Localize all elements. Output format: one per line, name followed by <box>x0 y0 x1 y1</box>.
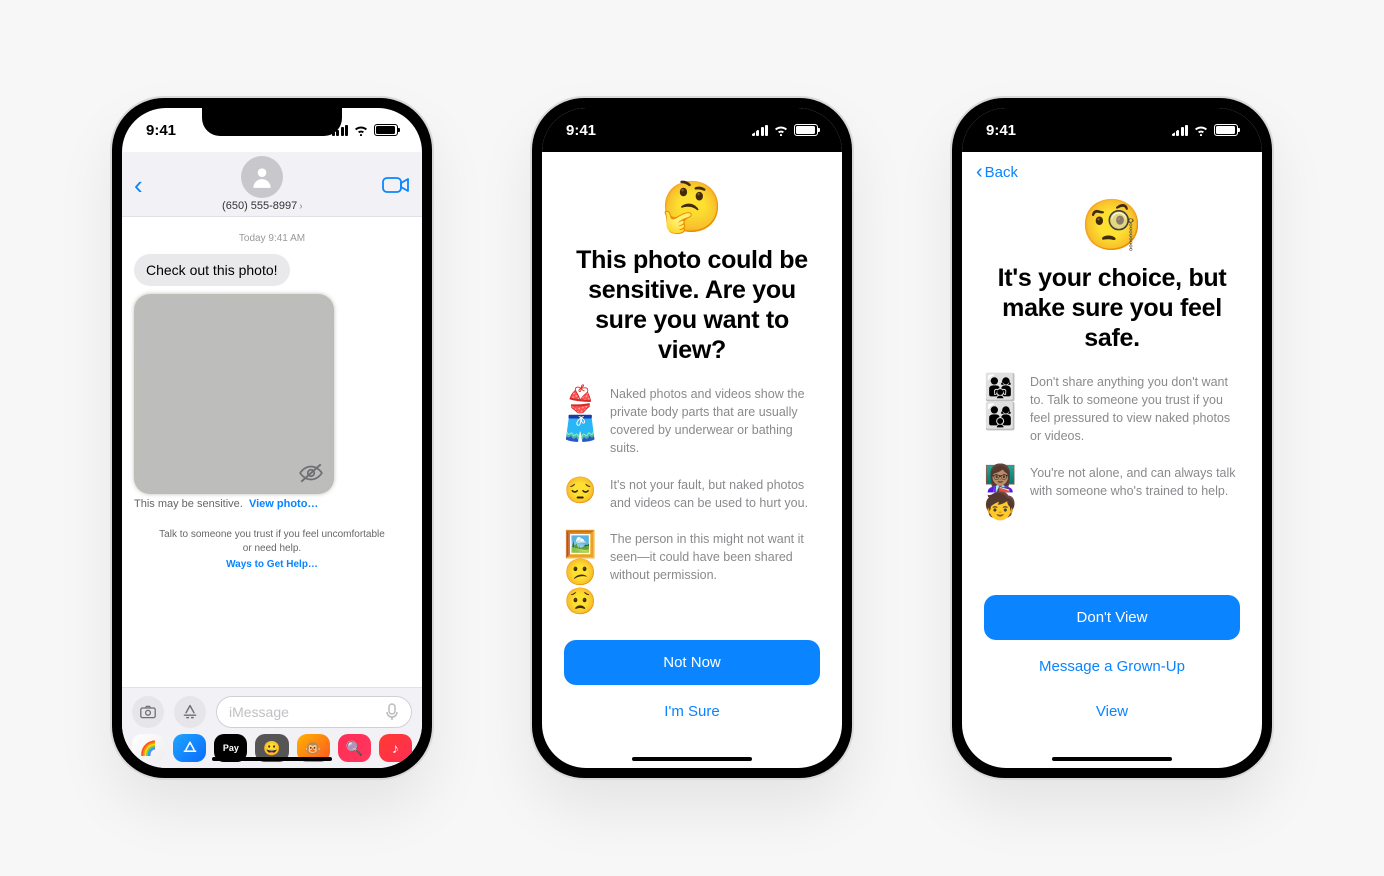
sensitive-image-placeholder[interactable] <box>134 294 334 494</box>
chevron-right-icon: › <box>299 201 302 212</box>
input-placeholder: iMessage <box>229 704 289 720</box>
messages-header: ‹ (650) 555-8997 › <box>122 152 422 217</box>
eye-slash-icon <box>298 462 324 484</box>
wifi-icon <box>353 124 369 136</box>
sheet-title: It's your choice, but make sure you feel… <box>984 263 1240 353</box>
status-indicators <box>332 124 399 136</box>
sheet-body: 🧐 It's your choice, but make sure you fe… <box>962 186 1262 768</box>
info-text-3: The person in this might not want it see… <box>610 530 820 584</box>
contact-name[interactable]: (650) 555-8997 › <box>222 200 303 212</box>
app-photos-icon[interactable]: 🌈 <box>132 734 165 762</box>
info-text-1: Don't share anything you don't want to. … <box>1030 373 1240 446</box>
sheet-body: 🤔 This photo could be sensitive. Are you… <box>542 158 842 768</box>
info-text-1: Naked photos and videos show the private… <box>610 385 820 458</box>
wifi-icon <box>773 124 789 136</box>
phone-choice-sheet: 9:41 ‹ Back 🧐 It's your choice, but make… <box>952 98 1272 778</box>
back-button[interactable]: ‹ Back <box>962 152 1262 186</box>
picture-frame-icon: 🖼️😕😟 <box>564 530 596 616</box>
message-input-area: iMessage 🌈 Pay 😀 🐵 🔍 ♪ <box>122 687 422 768</box>
im-sure-button[interactable]: I'm Sure <box>564 693 820 730</box>
notch <box>1042 108 1182 136</box>
sheet-title: This photo could be sensitive. Are you s… <box>564 245 820 365</box>
monocle-emoji-icon: 🧐 <box>984 196 1240 255</box>
app-find-icon[interactable]: 🔍 <box>338 734 371 762</box>
phone-messages: 9:41 ‹ (650) 555-8997 › <box>112 98 432 778</box>
camera-button[interactable] <box>132 696 164 728</box>
status-time: 9:41 <box>146 122 176 139</box>
battery-icon <box>1214 124 1238 136</box>
message-bubble[interactable]: Check out this photo! <box>134 254 290 286</box>
sheet-actions: Don't View Message a Grown-Up View <box>984 595 1240 750</box>
teacher-icon: 👩🏽‍🏫🧒 <box>984 464 1016 521</box>
facetime-video-icon[interactable] <box>382 175 410 195</box>
sensitive-warning-text: This may be sensitive. View photo… <box>134 498 410 510</box>
message-grownup-button[interactable]: Message a Grown-Up <box>984 648 1240 685</box>
chevron-left-icon: ‹ <box>976 162 983 182</box>
back-label: Back <box>985 164 1018 181</box>
contact-avatar[interactable] <box>241 156 283 198</box>
messages-body[interactable]: Today 9:41 AM Check out this photo! This… <box>122 217 422 687</box>
status-indicators <box>752 124 819 136</box>
phone-warning-sheet: 9:41 🤔 This photo could be sensitive. Ar… <box>532 98 852 778</box>
battery-icon <box>794 124 818 136</box>
screen: 9:41 🤔 This photo could be sensitive. Ar… <box>542 108 842 768</box>
info-row-2: 👩🏽‍🏫🧒 You're not alone, and can always t… <box>984 464 1240 521</box>
view-photo-link[interactable]: View photo… <box>249 498 318 510</box>
app-store-button[interactable] <box>174 696 206 728</box>
screen: 9:41 ‹ Back 🧐 It's your choice, but make… <box>962 108 1262 768</box>
info-row-1: 👙🩳 Naked photos and videos show the priv… <box>564 385 820 458</box>
family-icon: 👨‍👩‍👧👨‍👩‍👦 <box>984 373 1016 430</box>
home-indicator[interactable] <box>632 757 752 761</box>
app-store-strip-icon[interactable] <box>173 734 206 762</box>
info-text-2: You're not alone, and can always talk wi… <box>1030 464 1240 500</box>
help-prompt: Talk to someone you trust if you feel un… <box>134 528 410 572</box>
thinking-emoji-icon: 🤔 <box>564 178 820 237</box>
wifi-icon <box>1193 124 1209 136</box>
sheet-actions: Not Now I'm Sure <box>564 640 820 750</box>
info-row-3: 🖼️😕😟 The person in this might not want i… <box>564 530 820 616</box>
person-icon <box>249 164 275 190</box>
message-input[interactable]: iMessage <box>216 696 412 728</box>
back-chevron-icon[interactable]: ‹ <box>134 170 143 201</box>
status-indicators <box>1172 124 1239 136</box>
info-row-1: 👨‍👩‍👧👨‍👩‍👦 Don't share anything you don'… <box>984 373 1240 446</box>
message-timestamp: Today 9:41 AM <box>134 233 410 244</box>
status-time: 9:41 <box>986 122 1016 139</box>
swimsuit-icon: 👙🩳 <box>564 385 596 442</box>
microphone-icon[interactable] <box>385 703 399 721</box>
info-text-2: It's not your fault, but naked photos an… <box>610 476 820 512</box>
contact-number-text: (650) 555-8997 <box>222 200 297 212</box>
notch <box>202 108 342 136</box>
camera-icon <box>140 705 156 719</box>
ways-to-get-help-link[interactable]: Ways to Get Help… <box>154 558 390 572</box>
home-indicator[interactable] <box>212 757 332 761</box>
app-music-icon[interactable]: ♪ <box>379 734 412 762</box>
status-time: 9:41 <box>566 122 596 139</box>
view-button[interactable]: View <box>984 693 1240 730</box>
info-row-2: 😔 It's not your fault, but naked photos … <box>564 476 820 512</box>
app-store-icon <box>182 704 198 720</box>
notch <box>622 108 762 136</box>
battery-icon <box>374 124 398 136</box>
dont-view-button[interactable]: Don't View <box>984 595 1240 640</box>
screen: 9:41 ‹ (650) 555-8997 › <box>122 108 422 768</box>
not-now-button[interactable]: Not Now <box>564 640 820 685</box>
home-indicator[interactable] <box>1052 757 1172 761</box>
pensive-emoji-icon: 😔 <box>564 476 596 505</box>
